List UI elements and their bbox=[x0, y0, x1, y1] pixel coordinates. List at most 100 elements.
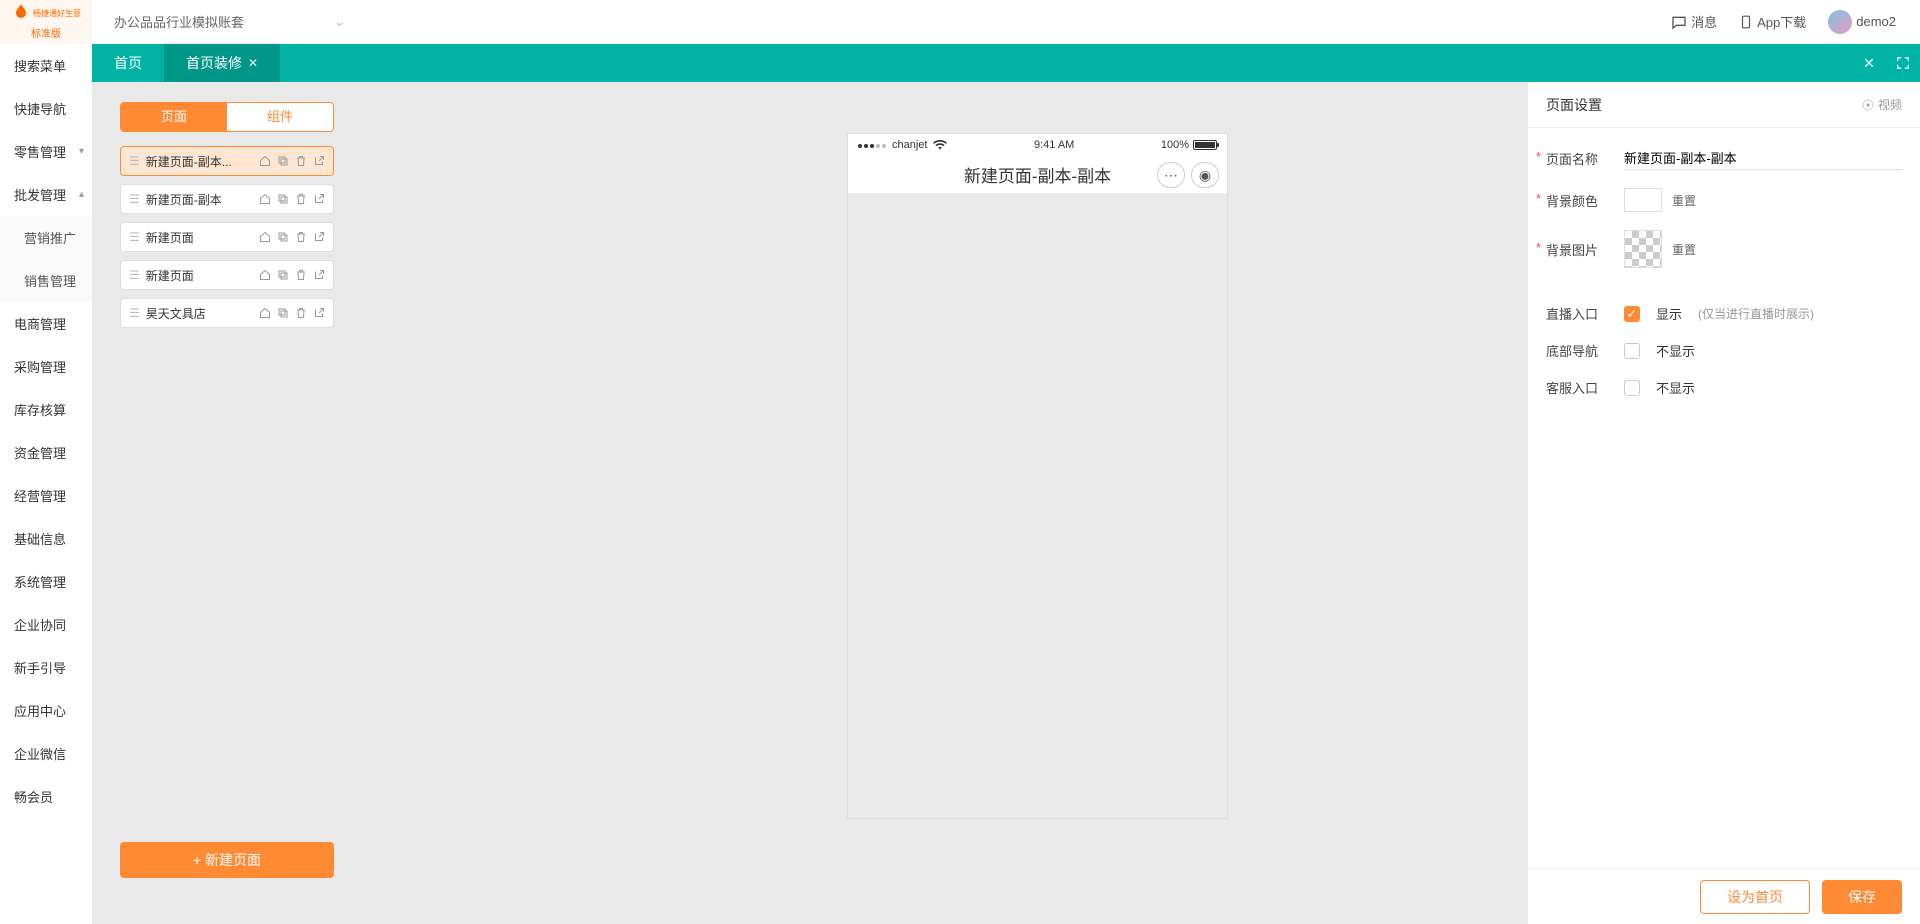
new-page-button[interactable]: + 新建页面 bbox=[120, 842, 334, 878]
home-icon[interactable] bbox=[259, 231, 271, 243]
page-item-name: 昊天文具店 bbox=[146, 305, 253, 322]
username: demo2 bbox=[1856, 14, 1896, 29]
page-list-item[interactable]: ☰ 昊天文具店 bbox=[120, 298, 334, 328]
nav-item[interactable]: 销售管理 bbox=[0, 259, 92, 302]
page-list-item[interactable]: ☰ 新建页面-副本... bbox=[120, 146, 334, 176]
nav-item[interactable]: 快捷导航 bbox=[0, 87, 92, 130]
home-icon[interactable] bbox=[259, 193, 271, 205]
bgcolor-reset[interactable]: 重置 bbox=[1672, 192, 1696, 209]
delete-icon[interactable] bbox=[295, 269, 307, 281]
nav-item[interactable]: 营销推广 bbox=[0, 216, 92, 259]
messages-button[interactable]: 消息 bbox=[1671, 12, 1717, 31]
work-area: 页面 组件 ☰新建页面-副本...☰新建页面-副本☰新建页面☰新建页面☰昊天文具… bbox=[92, 82, 1920, 924]
nav-item[interactable]: 经营管理 bbox=[0, 474, 92, 517]
phone-time: 9:41 AM bbox=[1034, 139, 1074, 151]
live-entry-label: 直播入口 bbox=[1546, 304, 1624, 323]
phone-icon bbox=[1739, 14, 1753, 30]
nav-item[interactable]: 零售管理▾ bbox=[0, 130, 92, 173]
save-button[interactable]: 保存 bbox=[1822, 880, 1902, 914]
account-set-name: 办公品品行业模拟账套 bbox=[114, 12, 244, 31]
panel-tab-component[interactable]: 组件 bbox=[227, 103, 333, 131]
miniprogram-menu-icon[interactable]: ⋯ bbox=[1157, 162, 1185, 188]
tab-home[interactable]: 首页 bbox=[92, 44, 164, 82]
copy-icon[interactable] bbox=[277, 269, 289, 281]
close-icon[interactable]: ✕ bbox=[248, 56, 258, 70]
page-list-item[interactable]: ☰新建页面 bbox=[120, 222, 334, 252]
home-icon[interactable] bbox=[259, 155, 271, 167]
drag-icon[interactable]: ☰ bbox=[129, 192, 140, 206]
nav-item[interactable]: 应用中心 bbox=[0, 689, 92, 732]
set-home-button[interactable]: 设为首页 bbox=[1700, 880, 1810, 914]
external-icon[interactable] bbox=[313, 155, 325, 167]
carrier-label: chanjet bbox=[892, 139, 927, 151]
delete-icon[interactable] bbox=[295, 193, 307, 205]
nav-item[interactable]: 基础信息 bbox=[0, 517, 92, 560]
nav-item[interactable]: 新手引导 bbox=[0, 646, 92, 689]
page-item-name: 新建页面-副本... bbox=[146, 153, 253, 170]
copy-icon[interactable] bbox=[277, 193, 289, 205]
video-help-button[interactable]: 视频 bbox=[1862, 96, 1902, 113]
nav-item[interactable]: 系统管理 bbox=[0, 560, 92, 603]
phone-status-bar: chanjet 9:41 AM 100% bbox=[848, 134, 1227, 156]
page-name-input[interactable] bbox=[1624, 146, 1902, 170]
phone-canvas[interactable] bbox=[848, 194, 1227, 818]
external-icon[interactable] bbox=[313, 193, 325, 205]
nav-item[interactable]: 企业微信 bbox=[0, 732, 92, 775]
live-hint: (仅当进行直播时展示) bbox=[1698, 305, 1814, 322]
page-name-label: 页面名称 bbox=[1546, 149, 1624, 168]
top-actions: 消息 App下载 demo2 bbox=[1671, 10, 1920, 34]
play-icon bbox=[1862, 99, 1874, 111]
delete-icon[interactable] bbox=[295, 231, 307, 243]
delete-icon[interactable] bbox=[295, 307, 307, 319]
bgimg-label: 背景图片 bbox=[1546, 240, 1624, 259]
panel-tab-page[interactable]: 页面 bbox=[121, 103, 227, 131]
bottomnav-checkbox[interactable] bbox=[1624, 343, 1640, 359]
nav-item[interactable]: 资金管理 bbox=[0, 431, 92, 474]
nav-item[interactable]: 畅会员 bbox=[0, 775, 92, 818]
fullscreen-button[interactable] bbox=[1886, 44, 1920, 82]
external-icon[interactable] bbox=[313, 231, 325, 243]
external-icon[interactable] bbox=[313, 269, 325, 281]
page-list: ☰新建页面-副本...☰新建页面-副本☰新建页面☰新建页面☰昊天文具店 bbox=[120, 146, 334, 328]
user-menu[interactable]: demo2 bbox=[1828, 10, 1896, 34]
page-panel-tabs: 页面 组件 bbox=[120, 102, 334, 132]
tab-close-button[interactable]: ✕ bbox=[1852, 44, 1886, 82]
drag-icon[interactable]: ☰ bbox=[129, 154, 140, 168]
nav-item[interactable]: 搜索菜单 bbox=[0, 44, 92, 87]
copy-icon[interactable] bbox=[277, 307, 289, 319]
topbar: 畅捷通好生意 标准版 办公品品行业模拟账套 ⌄ 消息 App下载 demo2 bbox=[0, 0, 1920, 44]
settings-panel: 页面设置 视频 页面名称 背景颜色 重置 背景图片 bbox=[1528, 82, 1920, 924]
home-icon[interactable] bbox=[259, 269, 271, 281]
bgimg-picker[interactable] bbox=[1624, 230, 1662, 268]
copy-icon[interactable] bbox=[277, 231, 289, 243]
nav-item[interactable]: 企业协同 bbox=[0, 603, 92, 646]
tab-decoration[interactable]: 首页装修 ✕ bbox=[164, 44, 280, 82]
drag-icon[interactable]: ☰ bbox=[129, 230, 140, 244]
drag-icon[interactable]: ☰ bbox=[129, 268, 140, 282]
page-list-item[interactable]: ☰新建页面-副本 bbox=[120, 184, 334, 214]
app-download-button[interactable]: App下载 bbox=[1739, 12, 1806, 31]
nav-item[interactable]: 采购管理 bbox=[0, 345, 92, 388]
nav-item[interactable]: 库存核算 bbox=[0, 388, 92, 431]
bgimg-reset[interactable]: 重置 bbox=[1672, 241, 1696, 258]
delete-icon[interactable] bbox=[295, 155, 307, 167]
live-show-checkbox[interactable]: ✓ bbox=[1624, 306, 1640, 322]
copy-icon[interactable] bbox=[277, 155, 289, 167]
drag-icon[interactable]: ☰ bbox=[129, 306, 140, 320]
brand-text: 畅捷通好生意 bbox=[33, 8, 81, 19]
page-list-item[interactable]: ☰新建页面 bbox=[120, 260, 334, 290]
account-set-selector[interactable]: 办公品品行业模拟账套 ⌄ bbox=[114, 12, 345, 31]
phone-title-bar: 新建页面-副本-副本 ⋯ ◉ bbox=[848, 156, 1227, 194]
chat-icon bbox=[1671, 14, 1687, 30]
home-icon[interactable] bbox=[259, 307, 271, 319]
external-icon[interactable] bbox=[313, 307, 325, 319]
settings-title: 页面设置 bbox=[1546, 95, 1602, 115]
tab-strip: 首页 首页装修 ✕ ✕ bbox=[92, 44, 1920, 82]
bottomnav-label: 底部导航 bbox=[1546, 341, 1624, 360]
nav-item[interactable]: 批发管理▴ bbox=[0, 173, 92, 216]
miniprogram-close-icon[interactable]: ◉ bbox=[1191, 162, 1219, 188]
bgcolor-swatch[interactable] bbox=[1624, 188, 1662, 212]
nav-item[interactable]: 电商管理 bbox=[0, 302, 92, 345]
logo[interactable]: 畅捷通好生意 标准版 bbox=[0, 0, 92, 44]
cs-checkbox[interactable] bbox=[1624, 380, 1640, 396]
